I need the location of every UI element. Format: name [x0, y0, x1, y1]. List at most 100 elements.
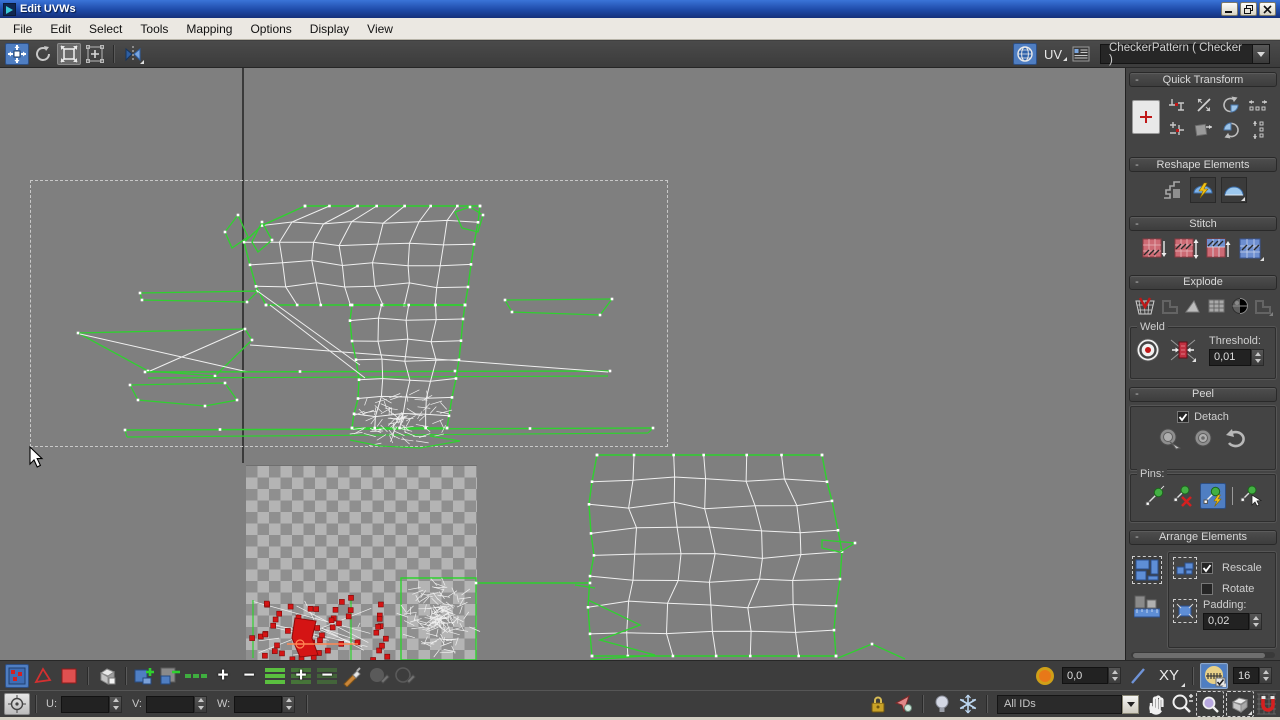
paint-select-button[interactable] — [341, 664, 365, 688]
lock-selection-button[interactable] — [866, 692, 890, 716]
show-map-toggle-button[interactable] — [1012, 43, 1037, 65]
pack-full-icon[interactable] — [1173, 598, 1197, 623]
material-id-arrow[interactable] — [1122, 694, 1139, 714]
edge-mode-button[interactable] — [31, 664, 55, 688]
stitch-target-button[interactable] — [1237, 236, 1265, 262]
menu-options[interactable]: Options — [241, 20, 300, 38]
grid-snap-toggle-button[interactable] — [1200, 662, 1228, 689]
grid-size-spinner[interactable]: 16 — [1233, 667, 1272, 684]
stitch-custom-button[interactable] — [1141, 236, 1169, 262]
reset-peel-button[interactable] — [1223, 427, 1249, 451]
falloff-spinner[interactable]: 0,0 — [1062, 667, 1121, 684]
linear-align-button[interactable] — [1195, 96, 1213, 114]
loop-grow-button[interactable]: + — [211, 664, 235, 688]
title-bar[interactable]: Edit UVWs — [0, 0, 1280, 18]
center-pivot-button[interactable] — [1132, 100, 1160, 134]
mirror-tool-button[interactable] — [121, 43, 145, 65]
grid-size-value[interactable]: 16 — [1233, 667, 1259, 684]
face-mode-button[interactable] — [57, 664, 81, 688]
space-horizontal-button[interactable] — [1248, 98, 1268, 112]
rollout-header-explode[interactable]: - Explode — [1129, 274, 1277, 290]
paint-grow-button[interactable] — [367, 664, 391, 688]
snap-magnet-button[interactable] — [1256, 692, 1276, 716]
v-spinner[interactable] — [146, 695, 207, 713]
stitch-source-button[interactable] — [1205, 236, 1233, 262]
panel-scrollbar[interactable] — [1131, 651, 1275, 658]
relax-until-flat-button[interactable] — [1190, 177, 1216, 204]
freeform-tool-button[interactable] — [83, 43, 107, 65]
detach-checkbox[interactable] — [1177, 410, 1190, 423]
zoom-extents-button[interactable] — [1226, 691, 1254, 717]
threshold-value[interactable]: 0,01 — [1209, 348, 1251, 366]
texture-list-arrow[interactable] — [1252, 44, 1270, 64]
stitch-average-button[interactable] — [1173, 236, 1201, 262]
flatten-by-polygon-button[interactable] — [1206, 295, 1227, 317]
menu-select[interactable]: Select — [80, 20, 131, 38]
ring-grow-button[interactable]: + — [289, 664, 313, 688]
ring-shrink-button[interactable]: − — [315, 664, 339, 688]
rollout-header-arrange[interactable]: - Arrange Elements — [1129, 529, 1277, 545]
rollout-header-reshape[interactable]: - Reshape Elements — [1129, 157, 1277, 173]
element-mode-button[interactable] — [95, 664, 119, 688]
unpin-button[interactable] — [1172, 485, 1194, 507]
pack-normalize-button[interactable] — [1132, 555, 1162, 584]
quick-peel-button[interactable] — [1157, 427, 1183, 451]
select-element-button[interactable] — [892, 692, 916, 716]
show-hidden-bulb-button[interactable] — [930, 692, 954, 716]
falloff-value[interactable]: 0,0 — [1062, 667, 1108, 684]
loop-shrink-button[interactable]: − — [237, 664, 261, 688]
target-weld-button[interactable] — [1135, 337, 1161, 363]
relax-tool-button[interactable] — [1221, 177, 1247, 204]
menu-tools[interactable]: Tools — [131, 20, 177, 38]
w-spinner[interactable] — [234, 695, 296, 713]
menu-display[interactable]: Display — [301, 20, 358, 38]
align-vertical-button[interactable] — [1168, 121, 1186, 139]
vertex-mode-button[interactable] — [5, 663, 29, 688]
threshold-spinner[interactable]: 0,01 — [1209, 348, 1264, 366]
edge-distortion-button[interactable] — [1126, 664, 1150, 688]
rollout-header-peel[interactable]: - Peel — [1129, 386, 1277, 402]
shrink-selection-button[interactable] — [159, 664, 183, 688]
uv-coords-button[interactable]: UV — [1038, 47, 1068, 62]
rollout-header-quick-transform[interactable]: - Quick Transform — [1129, 72, 1277, 87]
space-vertical-button[interactable] — [1251, 120, 1265, 140]
restore-button[interactable] — [1240, 2, 1257, 16]
rotate-checkbox[interactable] — [1201, 582, 1213, 595]
rescale-elements-button[interactable] — [1132, 592, 1162, 620]
select-pinned-button[interactable] — [1239, 484, 1263, 508]
pack-together-icon[interactable] — [1173, 556, 1197, 579]
padding-value[interactable]: 0,02 — [1203, 612, 1249, 630]
uv-editor-viewport[interactable] — [0, 68, 1125, 660]
padding-spinner[interactable]: 0,02 — [1203, 612, 1262, 630]
rotate-tool-button[interactable] — [31, 43, 55, 65]
move-tool-button[interactable] — [5, 43, 29, 65]
pan-button[interactable] — [1144, 692, 1168, 716]
material-id-dropdown[interactable]: All IDs — [997, 694, 1139, 714]
falloff-color-swatch[interactable] — [1033, 664, 1057, 688]
texture-list-dropdown[interactable]: CheckerPattern ( Checker ) — [1100, 42, 1270, 66]
break-button[interactable] — [1132, 294, 1157, 318]
menu-mapping[interactable]: Mapping — [177, 20, 241, 38]
v-value[interactable] — [146, 695, 194, 713]
u-value[interactable] — [61, 695, 109, 713]
flatten-custom-icon[interactable] — [1159, 295, 1180, 317]
edge-loop-button[interactable] — [185, 664, 209, 688]
straighten-selection-button[interactable] — [1159, 177, 1185, 203]
peel-mode-button[interactable] — [1191, 427, 1215, 451]
flatten-normal-icon[interactable] — [1253, 295, 1274, 317]
pin-button[interactable] — [1144, 485, 1166, 507]
freeze-snowflake-button[interactable] — [956, 692, 980, 716]
auto-pin-button[interactable] — [1199, 482, 1226, 509]
collapse-icon[interactable]: - — [1130, 74, 1144, 86]
flatten-by-smoothing-button[interactable] — [1229, 295, 1250, 317]
weld-selected-button[interactable] — [1169, 337, 1197, 363]
flatten-by-angle-button[interactable] — [1183, 295, 1204, 317]
options-dialog-button[interactable] — [1069, 43, 1093, 65]
rollout-header-stitch[interactable]: - Stitch — [1129, 216, 1277, 232]
absolute-offset-toggle[interactable] — [4, 693, 30, 715]
grow-selection-button[interactable] — [133, 664, 157, 688]
u-spinner[interactable] — [61, 695, 122, 713]
panel-scrollbar-thumb[interactable] — [1133, 652, 1266, 658]
zoom-button[interactable] — [1170, 692, 1194, 716]
close-button[interactable] — [1259, 2, 1276, 16]
